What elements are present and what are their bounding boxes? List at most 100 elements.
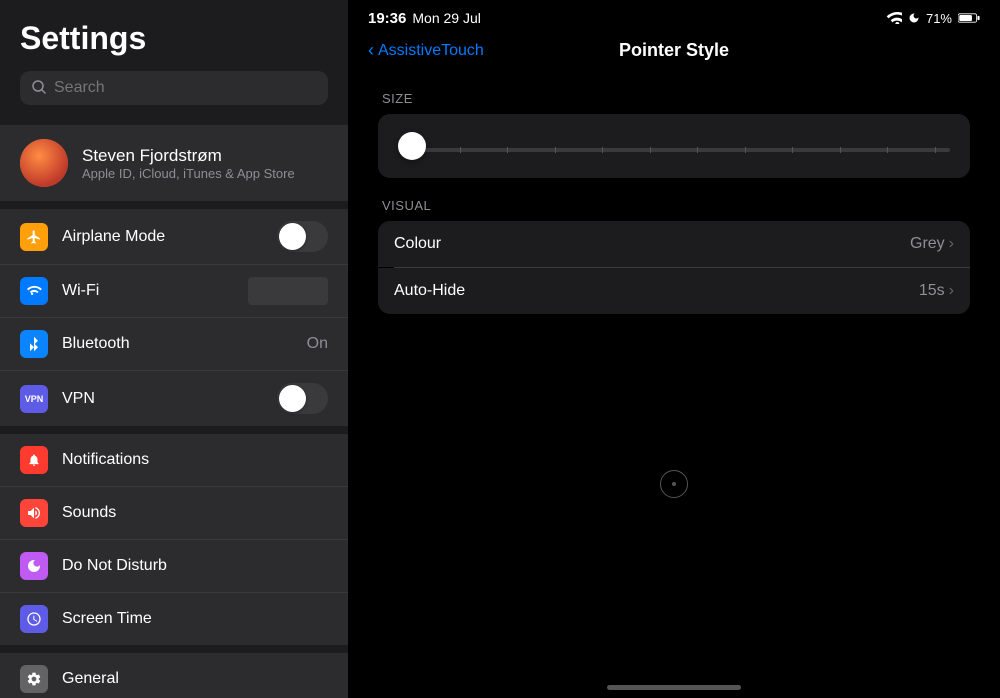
search-bar[interactable] <box>20 71 328 105</box>
bluetooth-label: Bluetooth <box>62 335 293 353</box>
status-icons: 71% <box>886 11 980 26</box>
bluetooth-icon <box>20 330 48 358</box>
donotdisturb-icon <box>20 552 48 580</box>
visual-label: VISUAL <box>382 198 970 213</box>
sidebar-item-general[interactable]: General <box>0 653 348 698</box>
chevron-right-icon: › <box>949 235 954 253</box>
wifi-label: Wi-Fi <box>62 282 234 300</box>
colour-label: Colour <box>394 235 441 253</box>
pointer-circle <box>660 470 688 498</box>
sidebar-header: Settings <box>0 0 348 115</box>
tick <box>460 147 461 153</box>
avatar <box>20 139 68 187</box>
autohide-label: Auto-Hide <box>394 282 465 300</box>
sidebar-content: Steven Fjordstrøm Apple ID, iCloud, iTun… <box>0 115 348 698</box>
chevron-right-icon-2: › <box>949 282 954 300</box>
sidebar-item-wifi[interactable]: Wi-Fi <box>0 265 348 318</box>
vpn-toggle[interactable] <box>277 383 328 414</box>
sidebar-item-donotdisturb[interactable]: Do Not Disturb <box>0 540 348 593</box>
sounds-label: Sounds <box>62 504 328 522</box>
battery-icon <box>958 12 980 24</box>
status-time-date: 19:36 Mon 29 Jul <box>368 10 481 27</box>
sidebar-item-airplane[interactable]: Airplane Mode <box>0 209 348 265</box>
tick <box>602 147 603 153</box>
nav-bar: ‹ AssistiveTouch Pointer Style <box>348 32 1000 71</box>
size-section: SIZE <box>378 91 970 178</box>
tick <box>697 147 698 153</box>
vpn-icon: VPN <box>20 385 48 413</box>
autohide-value: 15s <box>919 282 945 300</box>
notifications-label: Notifications <box>62 451 328 469</box>
visual-options: Colour Grey › Auto-Hide 15s › <box>378 221 970 314</box>
general-label: General <box>62 670 328 688</box>
sidebar: Settings Steven Fjordstrøm Apple ID, iCl… <box>0 0 348 698</box>
slider-track <box>398 148 950 152</box>
pointer-dot <box>672 482 676 486</box>
sidebar-item-vpn[interactable]: VPN VPN <box>0 371 348 426</box>
tick <box>840 147 841 153</box>
screentime-label: Screen Time <box>62 610 328 628</box>
tick <box>507 147 508 153</box>
main-panel: 19:36 Mon 29 Jul 71% ‹ <box>348 0 1000 698</box>
sounds-icon <box>20 499 48 527</box>
home-indicator <box>348 685 1000 698</box>
airplane-label: Airplane Mode <box>62 228 263 246</box>
bluetooth-value: On <box>307 335 328 353</box>
connectivity-group: Airplane Mode Wi-Fi <box>0 209 348 426</box>
colour-row[interactable]: Colour Grey › <box>378 221 970 267</box>
search-input[interactable] <box>54 79 316 97</box>
sidebar-item-notifications[interactable]: Notifications <box>0 434 348 487</box>
status-date: Mon 29 Jul <box>412 10 480 26</box>
donotdisturb-label: Do Not Disturb <box>62 557 328 575</box>
slider-row <box>398 132 950 160</box>
autohide-row[interactable]: Auto-Hide 15s › <box>378 268 970 314</box>
wifi-value-box <box>248 277 328 305</box>
sidebar-item-sounds[interactable]: Sounds <box>0 487 348 540</box>
colour-value: Grey <box>910 235 945 253</box>
tick <box>745 147 746 153</box>
colour-value-wrap: Grey › <box>910 235 954 253</box>
tick <box>935 147 936 153</box>
toggle-thumb <box>279 223 306 250</box>
vpn-label: VPN <box>62 390 263 408</box>
size-label: SIZE <box>382 91 970 106</box>
slider-ticks <box>398 147 950 153</box>
tick <box>792 147 793 153</box>
user-name: Steven Fjordstrøm <box>82 146 295 166</box>
general-group: General Control Centre AA Display & Brig… <box>0 653 348 698</box>
sidebar-item-bluetooth[interactable]: Bluetooth On <box>0 318 348 371</box>
user-profile[interactable]: Steven Fjordstrøm Apple ID, iCloud, iTun… <box>0 125 348 201</box>
pointer-preview <box>378 334 970 634</box>
notifications-icon <box>20 446 48 474</box>
user-info: Steven Fjordstrøm Apple ID, iCloud, iTun… <box>82 146 295 181</box>
screentime-icon <box>20 605 48 633</box>
notifications-group: Notifications Sounds Do Not Disturb <box>0 434 348 645</box>
moon-status-icon <box>908 11 920 25</box>
content-area: SIZE <box>348 71 1000 685</box>
back-button[interactable]: ‹ AssistiveTouch <box>368 40 484 61</box>
tick <box>555 147 556 153</box>
search-icon <box>32 80 46 97</box>
back-chevron-icon: ‹ <box>368 40 374 61</box>
slider-thumb[interactable] <box>398 132 426 160</box>
back-label: AssistiveTouch <box>378 42 484 60</box>
status-time: 19:36 <box>368 10 406 27</box>
battery-level: 71% <box>926 11 952 26</box>
page-title: Pointer Style <box>619 40 729 61</box>
autohide-value-wrap: 15s › <box>919 282 954 300</box>
tick <box>650 147 651 153</box>
slider-container <box>378 114 970 178</box>
visual-section: VISUAL Colour Grey › Auto-Hide 15s › <box>378 198 970 314</box>
wifi-status-icon <box>886 12 902 24</box>
user-subtitle: Apple ID, iCloud, iTunes & App Store <box>82 166 295 181</box>
status-bar: 19:36 Mon 29 Jul 71% <box>348 0 1000 32</box>
general-icon <box>20 665 48 693</box>
airplane-toggle[interactable] <box>277 221 328 252</box>
toggle-thumb-vpn <box>279 385 306 412</box>
sidebar-item-screentime[interactable]: Screen Time <box>0 593 348 645</box>
wifi-icon <box>20 277 48 305</box>
home-bar <box>607 685 741 690</box>
tick <box>887 147 888 153</box>
sidebar-title: Settings <box>20 20 328 57</box>
airplane-icon <box>20 223 48 251</box>
